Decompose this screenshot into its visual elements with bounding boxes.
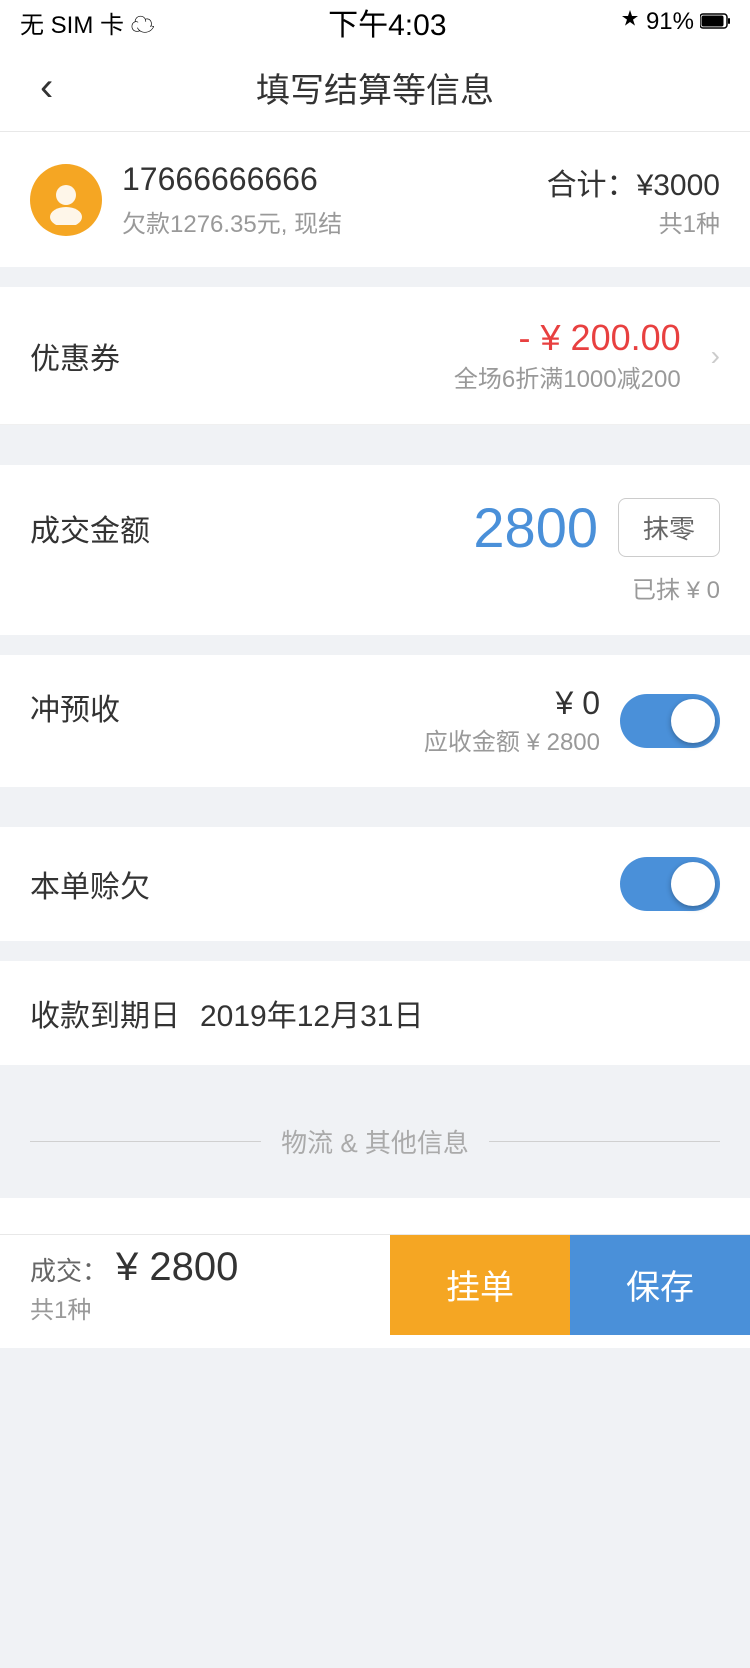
gray-space xyxy=(0,1368,750,1568)
customer-sub: 欠款1276.35元, 现结 xyxy=(122,204,342,239)
deal-section: 成交金额 2800 抹零 已抹 ¥ 0 xyxy=(0,465,750,635)
coupon-desc: 全场6折满1000减200 xyxy=(454,359,681,394)
page-title: 填写结算等信息 xyxy=(256,63,494,112)
save-button[interactable]: 保存 xyxy=(570,1235,750,1335)
customer-total: 合计：¥3000 共1种 xyxy=(547,160,720,239)
customer-phone: 17666666666 xyxy=(122,161,342,198)
coupon-card: 优惠券 - ¥ 200.00 全场6折满1000减200 › xyxy=(0,287,750,425)
status-bar: 无 SIM 卡 ☁ 下午4:03 91% xyxy=(0,0,750,44)
divider-2 xyxy=(0,807,750,827)
divider-1 xyxy=(0,445,750,465)
back-button[interactable]: ‹ xyxy=(30,55,63,120)
prepay-sub: 应收金额 ¥ 2800 xyxy=(424,722,600,757)
status-time: 下午4:03 xyxy=(328,0,446,44)
credit-card: 本单赊欠 xyxy=(0,827,750,941)
logistics-line-right xyxy=(489,1141,720,1142)
prepay-label: 冲预收 xyxy=(30,685,120,729)
coupon-row[interactable]: 优惠券 - ¥ 200.00 全场6折满1000减200 › xyxy=(0,287,750,425)
due-date-value: 2019年12月31日 xyxy=(200,991,423,1035)
toggle-circle xyxy=(671,699,715,743)
round-button[interactable]: 抹零 xyxy=(618,498,720,557)
prepay-toggle[interactable] xyxy=(620,694,720,748)
total-count: 共1种 xyxy=(547,204,720,239)
hang-single-button[interactable]: 挂单 xyxy=(390,1235,570,1335)
logistics-divider: 物流 & 其他信息 xyxy=(0,1105,750,1178)
coupon-label: 优惠券 xyxy=(30,334,120,378)
coupon-right: - ¥ 200.00 全场6折满1000减200 › xyxy=(454,317,720,394)
bottom-info: 成交： ¥ 2800 共1种 xyxy=(0,1245,390,1325)
credit-toggle[interactable] xyxy=(620,857,720,911)
status-right: 91% xyxy=(620,8,730,36)
bottom-bar: 成交： ¥ 2800 共1种 挂单 保存 xyxy=(0,1234,750,1334)
bottom-count: 共1种 xyxy=(30,1290,360,1325)
deal-amount-value: 2800 xyxy=(473,495,598,560)
credit-label: 本单赊欠 xyxy=(30,862,150,906)
battery-indicator xyxy=(620,8,640,36)
battery-percent: 91% xyxy=(646,8,694,36)
deal-sub: 已抹 ¥ 0 xyxy=(632,577,720,604)
due-date-label: 收款到期日 xyxy=(30,991,180,1035)
divider-3 xyxy=(0,1085,750,1105)
total-amount: 合计：¥3000 xyxy=(547,160,720,204)
coupon-chevron-icon: › xyxy=(711,340,720,372)
sim-status: 无 SIM 卡 ☁ xyxy=(20,5,155,40)
bottom-deal-label: 成交： xyxy=(30,1251,108,1288)
battery-icon xyxy=(700,8,730,36)
bottom-deal-row: 成交： ¥ 2800 xyxy=(30,1245,360,1290)
status-left: 无 SIM 卡 ☁ xyxy=(20,5,155,40)
coupon-amount: - ¥ 200.00 xyxy=(454,317,681,359)
due-date-card: 收款到期日 2019年12月31日 xyxy=(0,961,750,1065)
avatar xyxy=(30,164,102,236)
customer-info: 17666666666 欠款1276.35元, 现结 xyxy=(122,161,342,239)
deal-label: 成交金额 xyxy=(30,506,150,550)
prepay-amount: ¥ 0 xyxy=(424,685,600,722)
credit-toggle-circle xyxy=(671,862,715,906)
prepay-card: 冲预收 ¥ 0 应收金额 ¥ 2800 xyxy=(0,655,750,787)
customer-info-card: 17666666666 欠款1276.35元, 现结 合计：¥3000 共1种 xyxy=(0,132,750,267)
logistics-text: 物流 & 其他信息 xyxy=(281,1123,469,1160)
logistics-line-left xyxy=(30,1141,261,1142)
nav-bar: ‹ 填写结算等信息 xyxy=(0,44,750,132)
bottom-amount: ¥ 2800 xyxy=(116,1245,238,1290)
